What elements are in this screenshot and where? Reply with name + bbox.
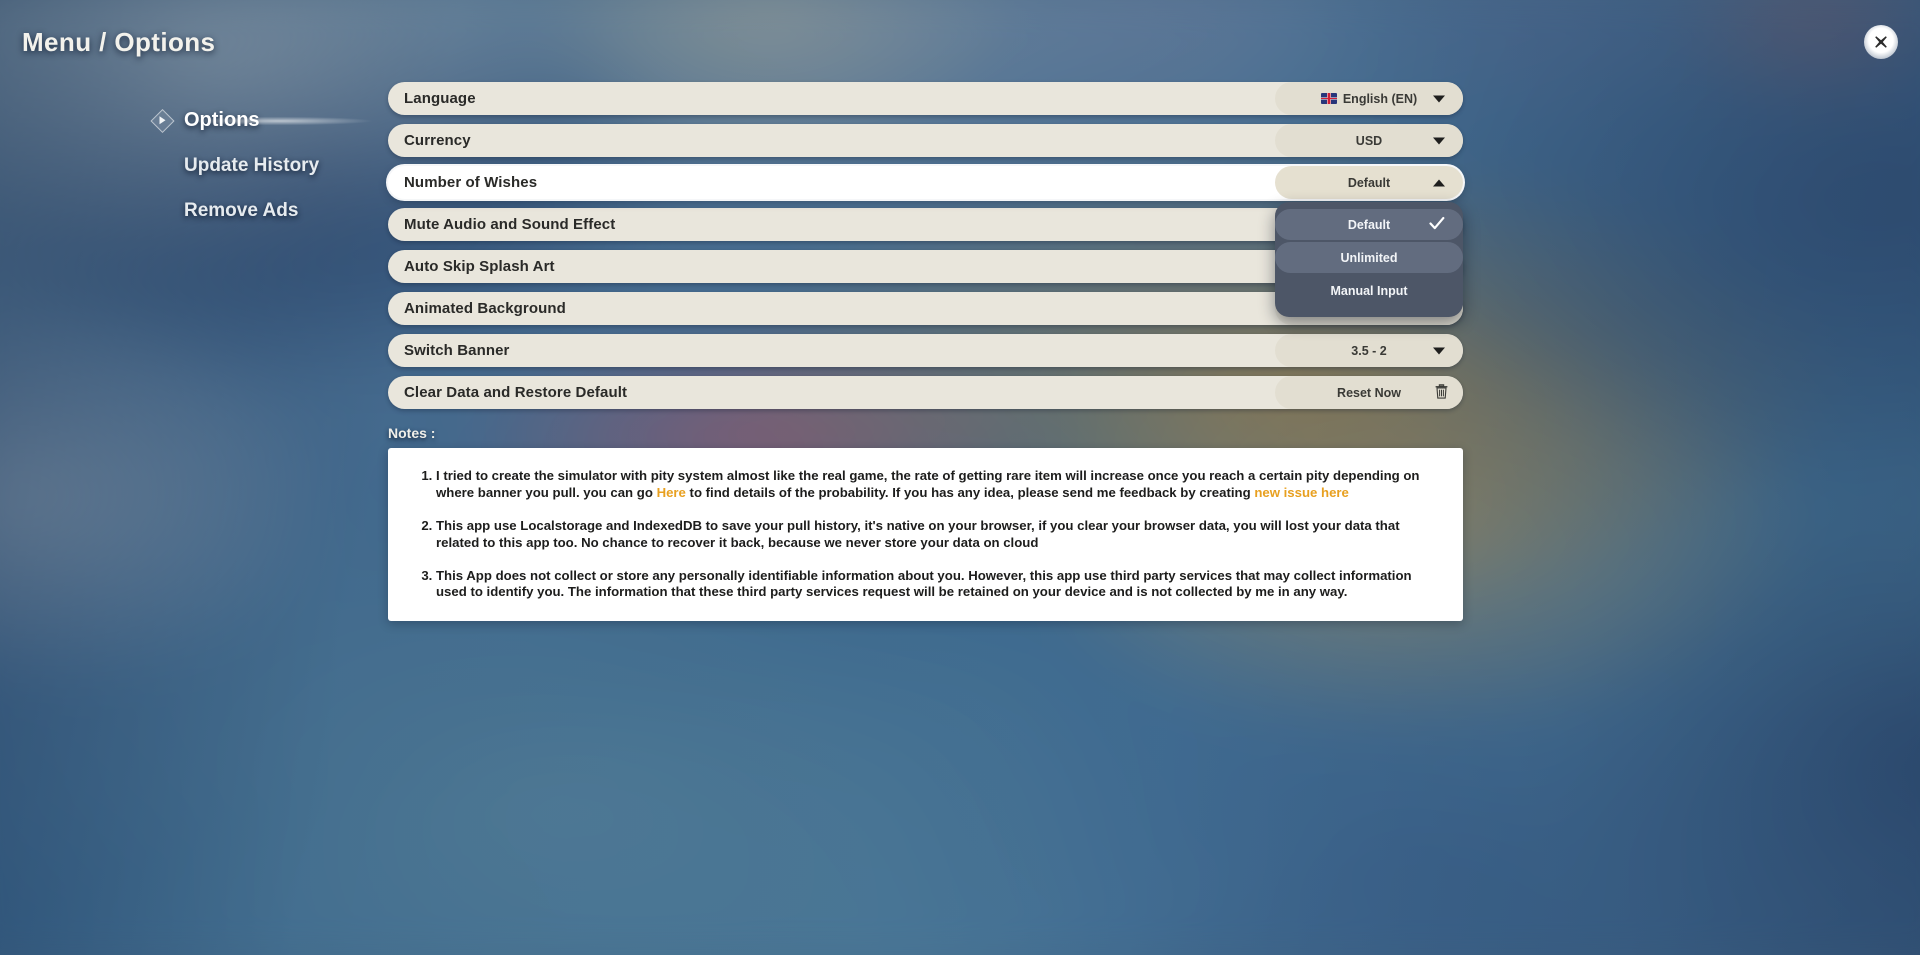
note-item: I tried to create the simulator with pit… [436,468,1437,502]
note-link[interactable]: Here [657,485,686,500]
chevron-down-icon[interactable] [1433,347,1445,354]
close-icon [1872,33,1890,51]
option-label: Switch Banner [404,342,510,359]
option-value-text: Default [1347,175,1391,190]
option-value-text: 3.5 - 2 [1351,343,1387,358]
option-value-dropdown[interactable]: 3.5 - 2 [1275,334,1463,367]
chevron-up-icon[interactable] [1433,179,1445,186]
option-label: Language [404,90,476,107]
wishes-dropdown-menu: Default Unlimited Manual Input [1275,202,1463,317]
close-button[interactable] [1864,25,1898,59]
option-label: Auto Skip Splash Art [404,258,555,275]
options-list: Language English (EN) Currency USD Number of… [388,82,1463,418]
trash-icon[interactable] [1434,383,1449,402]
sidebar-item-label: Update History [184,154,320,176]
sidebar-item-remove-ads[interactable]: Remove Ads [0,188,360,233]
sidebar-item-label: Remove Ads [184,199,299,221]
option-action-button[interactable]: Reset Now [1275,376,1463,409]
note-text: This App does not collect or store any p… [436,567,1412,600]
chevron-down-icon[interactable] [1433,137,1445,144]
option-value-dropdown[interactable]: English (EN) [1275,82,1463,115]
sidebar-item-label: Options [184,109,260,131]
option-value-dropdown[interactable]: USD [1275,124,1463,157]
note-text: to find details of the probability. If y… [685,484,1255,500]
option-label: Mute Audio and Sound Effect [404,216,616,233]
dropdown-option-label: Manual Input [1330,283,1408,298]
option-row-number-of-wishes[interactable]: Number of Wishes Default Default Unlimited M… [388,166,1463,317]
option-value-text: Reset Now [1337,385,1401,400]
option-row-language[interactable]: Language English (EN) [388,82,1463,115]
check-icon [1429,216,1445,233]
note-item: This app use Localstorage and IndexedDB … [436,518,1437,552]
option-label: Currency [404,132,471,149]
option-label: Clear Data and Restore Default [404,384,628,401]
notes-list: I tried to create the simulator with pit… [410,468,1437,601]
option-value-text: USD [1355,133,1383,148]
sidebar: Options Update History Remove Ads [0,98,430,233]
chevron-down-icon[interactable] [1433,95,1445,102]
option-value-text: English (EN) [1342,91,1418,106]
dropdown-option-manual-input[interactable]: Manual Input [1275,275,1463,306]
option-label: Number of Wishes [404,174,538,191]
note-text: This app use Localstorage and IndexedDB … [436,517,1400,550]
sidebar-item-options[interactable]: Options [0,98,430,143]
note-item: This App does not collect or store any p… [436,568,1437,602]
notes-card: I tried to create the simulator with pit… [388,448,1463,622]
option-row-currency[interactable]: Currency USD [388,124,1463,157]
option-label: Animated Background [404,300,566,317]
option-value-dropdown[interactable]: Default [1275,166,1463,199]
option-row-switch-banner[interactable]: Switch Banner 3.5 - 2 [388,334,1463,367]
dropdown-option-label: Unlimited [1340,250,1398,265]
dropdown-option-label: Default [1347,217,1391,232]
notes-section: Notes : I tried to create the simulator … [388,425,1463,622]
note-link[interactable]: new issue here [1254,485,1349,500]
uk-flag-icon [1320,93,1337,104]
option-row-clear-data-and-restore-default[interactable]: Clear Data and Restore Default Reset Now [388,376,1463,409]
active-marker-icon [150,108,175,133]
dropdown-option-unlimited[interactable]: Unlimited [1275,242,1463,273]
dropdown-option-default[interactable]: Default [1275,209,1463,240]
page-title: Menu / Options [22,27,216,57]
notes-title: Notes : [388,425,436,441]
sidebar-item-update-history[interactable]: Update History [0,143,360,188]
